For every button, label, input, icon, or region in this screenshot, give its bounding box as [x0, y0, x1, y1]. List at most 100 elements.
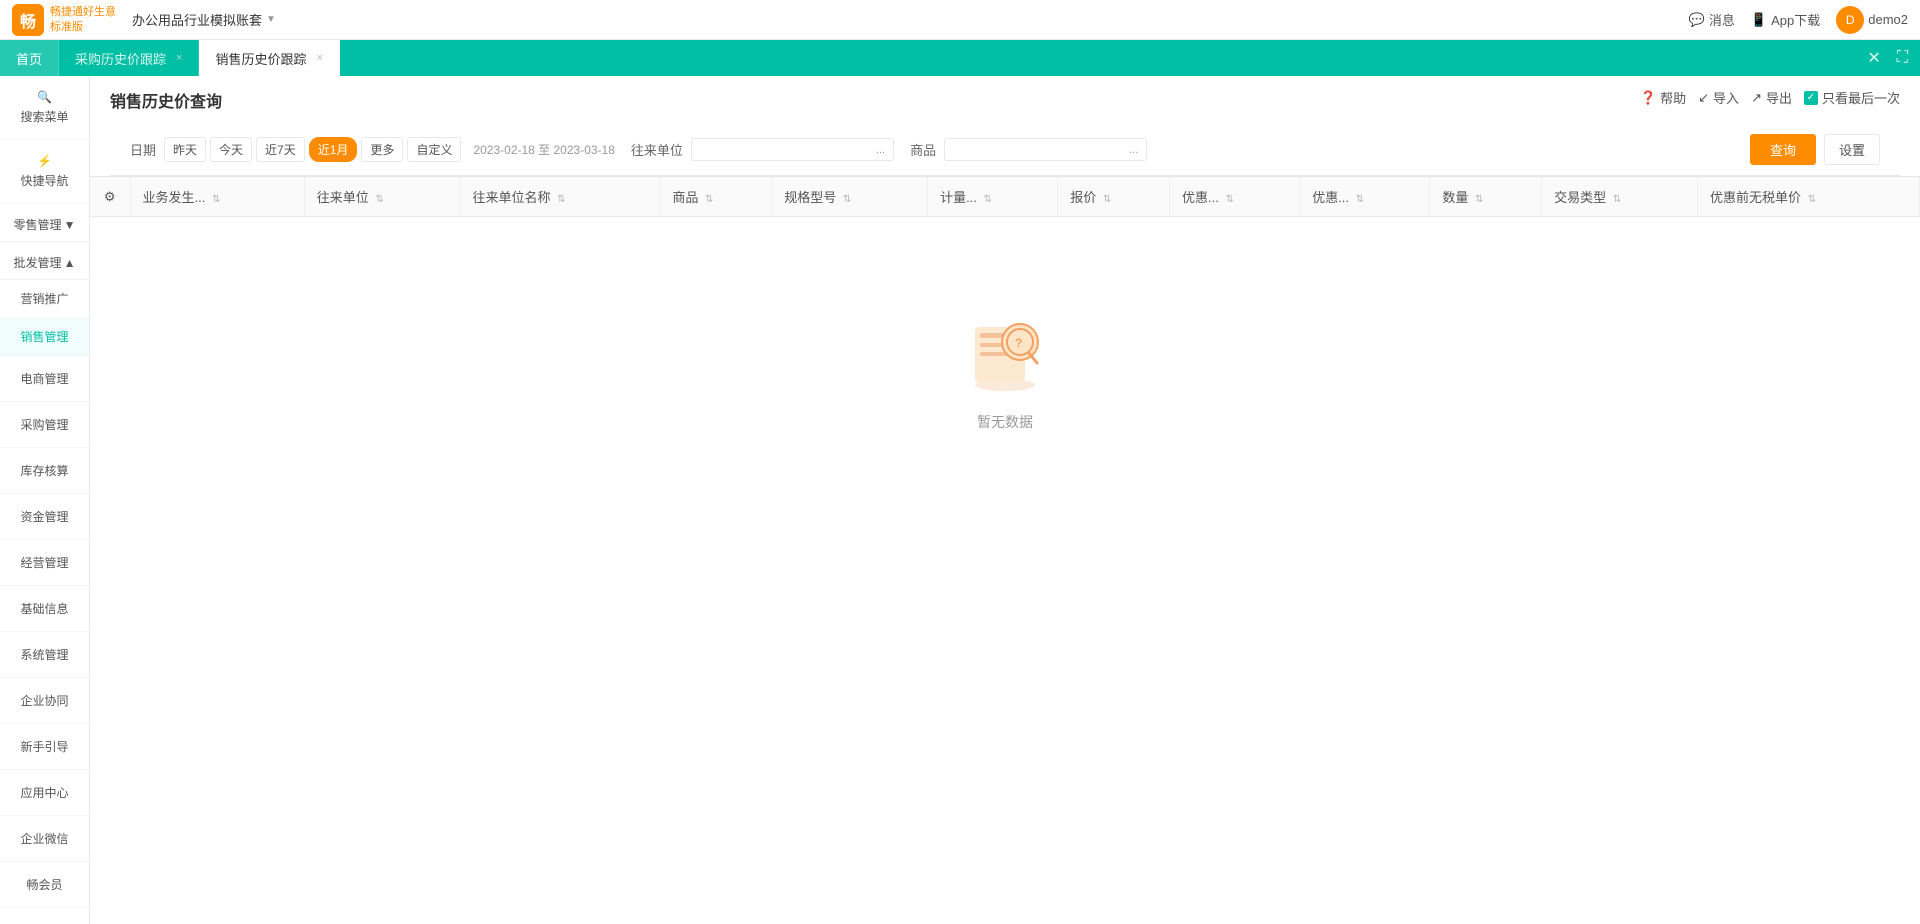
table-container: ⚙ 业务发生... ⇅ 往来单位 ⇅ 往来单位名称 ⇅ — [90, 177, 1920, 924]
sidebar-item-business-mgmt-label: 经营管理 — [20, 554, 68, 571]
sidebar: 🔍 搜索菜单 ⚡ 快捷导航 零售管理 ▼ 批发管理 ▲ 营销推广 销售管理 电商… — [0, 76, 90, 924]
date-range-text: 2023-02-18 至 2023-03-18 — [473, 141, 614, 158]
sidebar-item-finance-label: 资金管理 — [20, 508, 68, 525]
import-action[interactable]: ↙ 导入 — [1698, 88, 1739, 107]
partner-input[interactable] — [700, 142, 876, 157]
tab-sales-history-close[interactable]: × — [316, 52, 322, 64]
sidebar-item-retail-mgmt-label: 零售管理 — [14, 216, 62, 233]
partner-filter-label: 往来单位 — [631, 140, 683, 159]
partner-input-wrap: ... — [691, 138, 894, 161]
table-header-quantity[interactable]: 数量 ⇅ — [1430, 177, 1542, 217]
sidebar-item-retail-mgmt[interactable]: 零售管理 ▼ — [0, 204, 89, 242]
sidebar-item-new-guide[interactable]: 新手引导 — [0, 724, 89, 770]
top-bar-left: 畅 畅捷通好生意 标准版 办公用品行业模拟账套 ▼ — [12, 4, 284, 36]
data-table: ⚙ 业务发生... ⇅ 往来单位 ⇅ 往来单位名称 ⇅ — [90, 177, 1920, 217]
sidebar-item-vip-member-label: 畅会员 — [26, 876, 62, 893]
help-action[interactable]: ❓ 帮助 — [1640, 88, 1686, 107]
help-icon: ❓ — [1640, 90, 1656, 106]
sidebar-item-app-center[interactable]: 应用中心 — [0, 770, 89, 816]
checkbox-checked-icon: ✓ — [1804, 91, 1818, 105]
sidebar-item-enterprise-wechat[interactable]: 企业微信 — [0, 816, 89, 862]
workspace-selector[interactable]: 办公用品行业模拟账套 ▼ — [124, 10, 284, 29]
partner-filter-group: 往来单位 ... — [631, 138, 894, 161]
tab-home[interactable]: 首页 — [0, 40, 59, 76]
main-layout: 🔍 搜索菜单 ⚡ 快捷导航 零售管理 ▼ 批发管理 ▲ 营销推广 销售管理 电商… — [0, 76, 1920, 924]
sidebar-item-marketing[interactable]: 营销推广 — [0, 280, 89, 318]
logo-area: 畅 畅捷通好生意 标准版 — [12, 4, 116, 36]
tab-close-btn[interactable]: ✕ — [1863, 44, 1884, 72]
sort-icon-quote: ⇅ — [1103, 194, 1111, 205]
sort-icon-partner-code: ⇅ — [375, 194, 383, 205]
sort-icon-business-date: ⇅ — [212, 194, 220, 205]
retail-mgmt-arrow-icon: ▼ — [64, 218, 76, 232]
only-last-label: 只看最后一次 — [1822, 88, 1900, 107]
import-label: 导入 — [1713, 88, 1739, 107]
export-label: 导出 — [1766, 88, 1792, 107]
query-button[interactable]: 查询 — [1750, 134, 1816, 165]
only-last-checkbox[interactable]: ✓ 只看最后一次 — [1804, 88, 1900, 107]
export-action[interactable]: ↗ 导出 — [1751, 88, 1792, 107]
sort-icon-trade-type: ⇅ — [1613, 194, 1621, 205]
sidebar-item-sales-mgmt-label: 销售管理 — [20, 328, 68, 345]
export-icon: ↗ — [1751, 90, 1762, 106]
product-filter-group: 商品 ... — [910, 138, 1147, 161]
date-btn-last1m[interactable]: 近1月 — [309, 137, 358, 162]
table-header-business-date[interactable]: 业务发生... ⇅ — [130, 177, 304, 217]
sidebar-item-purchase-mgmt[interactable]: 采购管理 — [0, 402, 89, 448]
sidebar-item-search-menu[interactable]: 🔍 搜索菜单 — [0, 76, 89, 140]
app-download-action[interactable]: 📱 App下载 — [1751, 10, 1820, 29]
table-header-spec[interactable]: 规格型号 ⇅ — [772, 177, 928, 217]
table-header-discount1[interactable]: 优惠... ⇅ — [1170, 177, 1300, 217]
user-action[interactable]: D demo2 — [1836, 6, 1908, 34]
date-btn-yesterday[interactable]: 昨天 — [164, 137, 206, 162]
table-header-unit[interactable]: 计量... ⇅ — [928, 177, 1058, 217]
tab-sales-history[interactable]: 销售历史价跟踪 × — [199, 40, 339, 76]
empty-state: ? 暂无数据 — [90, 217, 1920, 512]
search-menu-icon: 🔍 — [37, 90, 52, 104]
workspace-name: 办公用品行业模拟账套 — [132, 10, 262, 29]
sidebar-item-quick-nav[interactable]: ⚡ 快捷导航 — [0, 140, 89, 204]
product-input[interactable] — [953, 142, 1129, 157]
page-title: 销售历史价查询 — [110, 88, 222, 112]
sidebar-item-basic-info[interactable]: 基础信息 — [0, 586, 89, 632]
date-btn-more[interactable]: 更多 — [361, 137, 403, 162]
sidebar-item-finance[interactable]: 资金管理 — [0, 494, 89, 540]
table-header-partner-code[interactable]: 往来单位 ⇅ — [304, 177, 460, 217]
date-btn-last7[interactable]: 近7天 — [256, 137, 305, 162]
table-header-product[interactable]: 商品 ⇅ — [660, 177, 772, 217]
sidebar-item-inventory[interactable]: 库存核算 — [0, 448, 89, 494]
sidebar-item-sales-mgmt[interactable]: 销售管理 — [0, 318, 89, 356]
sidebar-item-enterprise-coop[interactable]: 企业协同 — [0, 678, 89, 724]
date-filter-label: 日期 — [130, 140, 156, 159]
table-header-trade-type[interactable]: 交易类型 ⇅ — [1542, 177, 1698, 217]
table-header-partner-name[interactable]: 往来单位名称 ⇅ — [460, 177, 660, 217]
table-header-pretax-price[interactable]: 优惠前无税单价 ⇅ — [1698, 177, 1920, 217]
sidebar-item-wholesale-mgmt[interactable]: 批发管理 ▲ — [0, 242, 89, 280]
sidebar-item-system-mgmt[interactable]: 系统管理 — [0, 632, 89, 678]
tab-purchase-history-close[interactable]: × — [176, 52, 182, 64]
tab-expand-btn[interactable]: ⛶ — [1893, 45, 1912, 71]
settings-button[interactable]: 设置 — [1824, 134, 1880, 165]
message-icon: 💬 — [1689, 12, 1705, 28]
tab-purchase-history-label: 采购历史价跟踪 — [75, 49, 166, 68]
sidebar-item-ecommerce[interactable]: 电商管理 — [0, 356, 89, 402]
date-btn-today[interactable]: 今天 — [210, 137, 252, 162]
app-download-label: App下载 — [1771, 10, 1820, 29]
table-header-discount2[interactable]: 优惠... ⇅ — [1300, 177, 1430, 217]
date-btn-custom[interactable]: 自定义 — [407, 137, 461, 162]
sort-icon-discount1: ⇅ — [1226, 194, 1234, 205]
table-header-settings[interactable]: ⚙ — [90, 177, 130, 217]
product-more-btn[interactable]: ... — [1129, 144, 1138, 156]
product-filter-label: 商品 — [910, 140, 936, 159]
sidebar-item-basic-info-label: 基础信息 — [20, 600, 68, 617]
sidebar-item-enterprise-coop-label: 企业协同 — [20, 692, 68, 709]
tab-purchase-history[interactable]: 采购历史价跟踪 × — [59, 40, 199, 76]
partner-more-btn[interactable]: ... — [876, 144, 885, 156]
sort-icon-unit: ⇅ — [984, 194, 992, 205]
sidebar-item-business-mgmt[interactable]: 经营管理 — [0, 540, 89, 586]
sort-icon-partner-name: ⇅ — [557, 194, 565, 205]
table-header-quote[interactable]: 报价 ⇅ — [1058, 177, 1170, 217]
sidebar-item-vip-member[interactable]: 畅会员 — [0, 862, 89, 908]
message-label: 消息 — [1709, 10, 1735, 29]
message-action[interactable]: 💬 消息 — [1689, 10, 1735, 29]
